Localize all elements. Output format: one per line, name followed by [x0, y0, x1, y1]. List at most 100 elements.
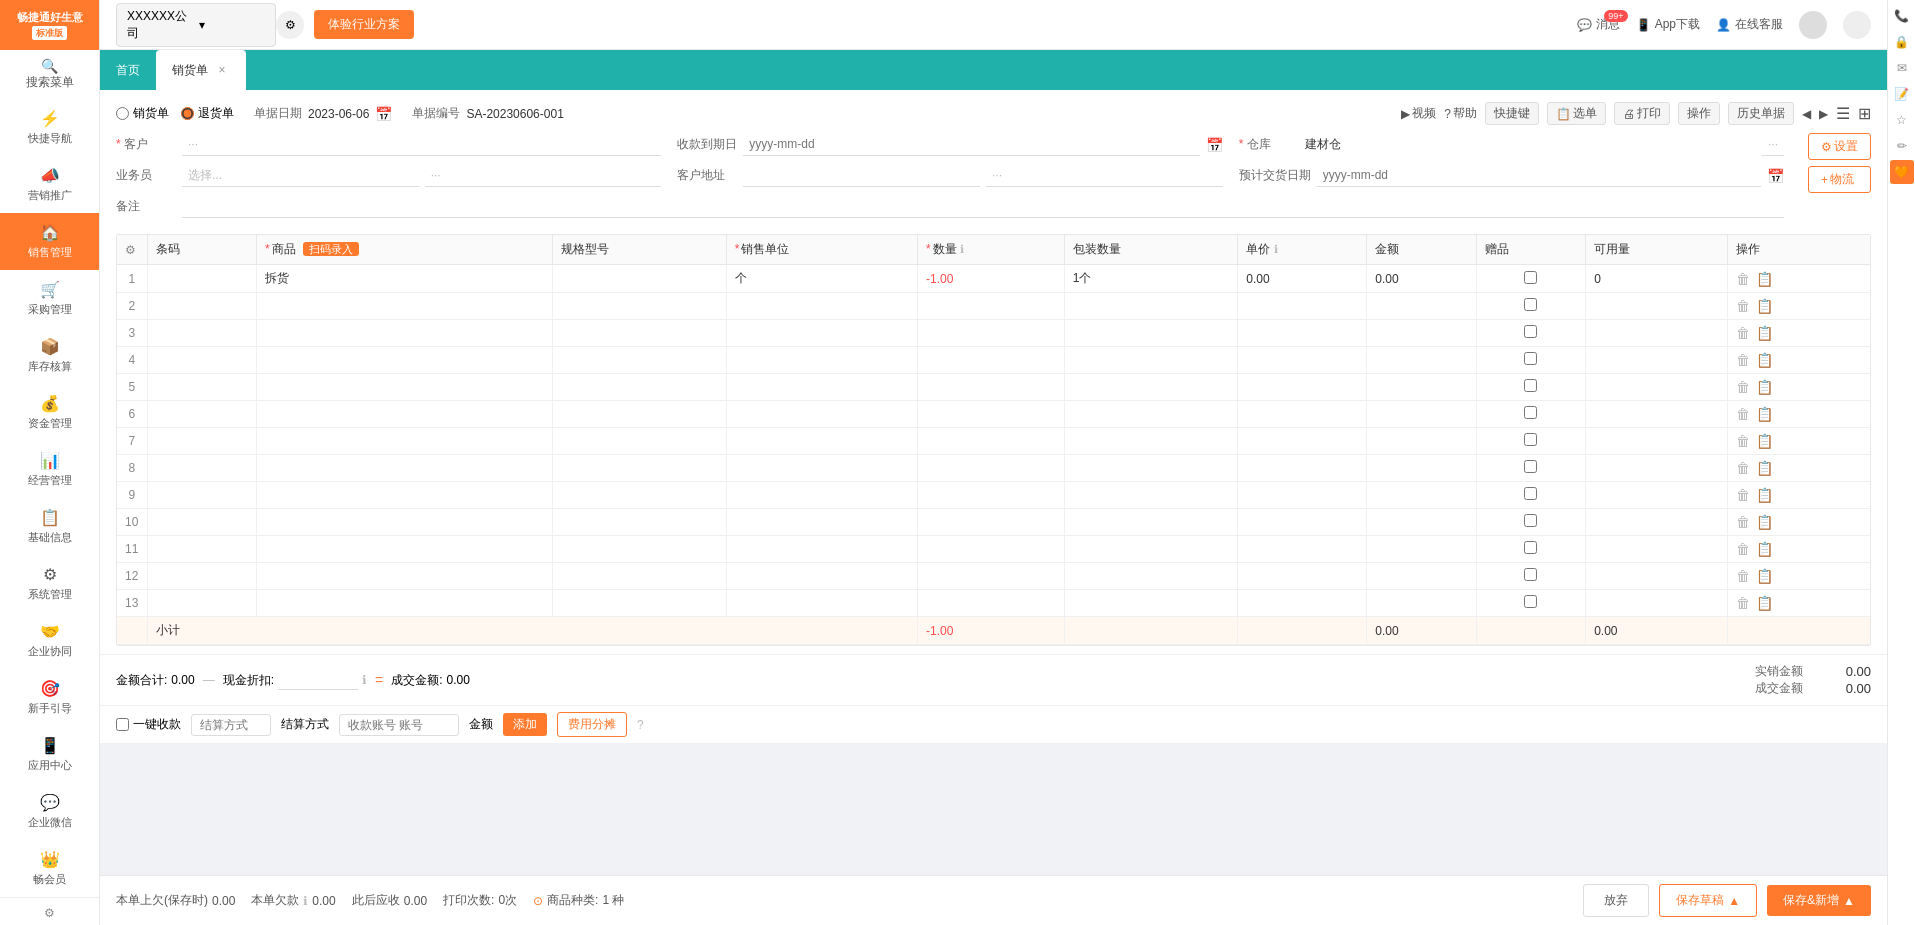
- expense-btn[interactable]: 费用分摊: [557, 712, 627, 737]
- row-pack-qty[interactable]: 1个: [1064, 265, 1237, 293]
- delete-icon[interactable]: 🗑: [1736, 352, 1750, 368]
- tab-sales-order[interactable]: 销货单 ×: [156, 50, 246, 90]
- delete-icon[interactable]: 🗑: [1736, 379, 1750, 395]
- copy-icon[interactable]: 📋: [1756, 595, 1773, 611]
- nav-next-icon[interactable]: ▶: [1819, 107, 1828, 121]
- settings-btn[interactable]: ⚙ 设置: [1808, 133, 1871, 160]
- expected-date-input[interactable]: [1317, 164, 1761, 187]
- delete-icon[interactable]: 🗑: [1736, 460, 1750, 476]
- expected-date-calendar-icon[interactable]: 📅: [1767, 168, 1784, 184]
- radio-sale-input[interactable]: [116, 107, 129, 120]
- copy-icon[interactable]: 📋: [1756, 325, 1773, 341]
- sidebar-item-sales[interactable]: 🏠 销售管理: [0, 213, 99, 270]
- row-price[interactable]: 0.00: [1238, 265, 1367, 293]
- rt-orange-btn[interactable]: 🧡: [1890, 160, 1914, 184]
- delete-icon[interactable]: 🗑: [1736, 271, 1750, 287]
- rt-note-btn[interactable]: 📝: [1890, 82, 1914, 106]
- delete-icon[interactable]: 🗑: [1736, 595, 1750, 611]
- avatar-extra[interactable]: [1843, 11, 1871, 39]
- customer-input[interactable]: ···: [182, 133, 661, 156]
- view-icon-list[interactable]: ☰: [1836, 104, 1850, 123]
- radio-return-input[interactable]: [181, 107, 194, 120]
- row-unit[interactable]: 个: [726, 265, 917, 293]
- calendar-icon[interactable]: 📅: [375, 106, 392, 122]
- save-draft-btn[interactable]: 保存草稿 ▲: [1659, 884, 1757, 917]
- addr-dots[interactable]: ···: [986, 164, 1223, 187]
- experience-btn[interactable]: 体验行业方案: [314, 10, 414, 39]
- delete-icon[interactable]: 🗑: [1736, 406, 1750, 422]
- radio-sale[interactable]: 销货单: [116, 105, 169, 122]
- delete-icon[interactable]: 🗑: [1736, 514, 1750, 530]
- sidebar-item-wechat[interactable]: 💬 企业微信: [0, 783, 99, 840]
- copy-icon[interactable]: 📋: [1756, 379, 1773, 395]
- operation-btn[interactable]: 操作: [1678, 102, 1720, 125]
- select-order-btn[interactable]: 📋 选单: [1547, 102, 1606, 125]
- rt-mail-btn[interactable]: ✉: [1890, 56, 1914, 80]
- customer-addr-input[interactable]: [743, 164, 980, 187]
- app-download-btn[interactable]: 📱 App下载: [1636, 16, 1700, 33]
- delete-icon[interactable]: 🗑: [1736, 325, 1750, 341]
- video-btn[interactable]: ▶ 视频: [1401, 105, 1436, 122]
- qty-info-icon[interactable]: ℹ: [960, 243, 964, 255]
- help-btn[interactable]: ? 帮助: [1444, 105, 1477, 122]
- sidebar-settings-btn[interactable]: ⚙: [0, 898, 99, 925]
- delete-icon[interactable]: 🗑: [1736, 298, 1750, 314]
- payment-account-input[interactable]: [339, 714, 459, 736]
- copy-icon[interactable]: 📋: [1756, 514, 1773, 530]
- copy-icon[interactable]: 📋: [1756, 271, 1773, 287]
- discard-btn[interactable]: 放弃: [1583, 884, 1649, 917]
- sidebar-item-appstore[interactable]: 📱 应用中心: [0, 726, 99, 783]
- row-spec[interactable]: [553, 265, 726, 293]
- discount-info-icon[interactable]: ℹ: [362, 673, 367, 687]
- logistics-btn[interactable]: + 物流: [1808, 166, 1871, 193]
- copy-icon[interactable]: 📋: [1756, 487, 1773, 503]
- copy-icon[interactable]: 📋: [1756, 433, 1773, 449]
- rt-phone-btn[interactable]: 📞: [1890, 4, 1914, 28]
- due-date-calendar-icon[interactable]: 📅: [1206, 137, 1223, 153]
- delete-icon[interactable]: 🗑: [1736, 541, 1750, 557]
- sidebar-item-system[interactable]: ⚙ 系统管理: [0, 555, 99, 612]
- payment-help-icon[interactable]: ?: [637, 718, 644, 732]
- copy-icon[interactable]: 📋: [1756, 460, 1773, 476]
- rt-lock-btn[interactable]: 🔒: [1890, 30, 1914, 54]
- row-gift[interactable]: [1476, 265, 1585, 293]
- row-qty[interactable]: -1.00: [917, 265, 1064, 293]
- due-date-input[interactable]: [743, 133, 1199, 156]
- company-selector[interactable]: XXXXXX公司 ▾: [116, 3, 276, 47]
- view-icon-grid[interactable]: ⊞: [1858, 104, 1871, 123]
- sidebar-item-vip[interactable]: 👑 畅会员: [0, 840, 99, 897]
- save-new-btn[interactable]: 保存&新增 ▲: [1767, 885, 1871, 916]
- radio-return[interactable]: 退货单: [181, 105, 234, 122]
- sidebar-item-search[interactable]: 🔍 搜索菜单: [0, 50, 99, 99]
- row-barcode[interactable]: [147, 265, 256, 293]
- delete-icon[interactable]: 🗑: [1736, 487, 1750, 503]
- salesperson-input[interactable]: [182, 164, 419, 187]
- salesperson-dots[interactable]: ···: [425, 164, 662, 187]
- copy-icon[interactable]: 📋: [1756, 568, 1773, 584]
- one-click-payment-checkbox[interactable]: 一键收款: [116, 716, 181, 733]
- nav-prev-icon[interactable]: ◀: [1802, 107, 1811, 121]
- copy-icon[interactable]: 📋: [1756, 541, 1773, 557]
- tab-close-btn[interactable]: ×: [214, 62, 230, 78]
- copy-icon[interactable]: 📋: [1756, 352, 1773, 368]
- add-payment-btn[interactable]: 添加: [503, 713, 547, 736]
- payment-method-input[interactable]: [191, 714, 271, 736]
- message-btn[interactable]: 💬 消息 99+: [1577, 16, 1620, 33]
- sidebar-item-enterprise[interactable]: 🤝 企业协同: [0, 612, 99, 669]
- price-info-icon[interactable]: ℹ: [1274, 243, 1278, 255]
- copy-icon[interactable]: 📋: [1756, 298, 1773, 314]
- delete-icon[interactable]: 🗑: [1736, 433, 1750, 449]
- sidebar-item-shortcut[interactable]: ⚡ 快捷导航: [0, 99, 99, 156]
- discount-input[interactable]: [278, 671, 358, 690]
- history-btn[interactable]: 历史单据: [1728, 102, 1794, 125]
- row-amount[interactable]: 0.00: [1367, 265, 1476, 293]
- rt-star-btn[interactable]: ☆: [1890, 108, 1914, 132]
- total-owe-info-icon[interactable]: ℹ: [303, 894, 308, 908]
- print-btn[interactable]: 🖨 打印: [1614, 102, 1670, 125]
- note-input[interactable]: [182, 195, 1784, 218]
- warehouse-input[interactable]: ···: [1762, 133, 1784, 156]
- sidebar-item-base[interactable]: 📋 基础信息: [0, 498, 99, 555]
- sidebar-item-guide[interactable]: 🎯 新手引导: [0, 669, 99, 726]
- sidebar-item-finance[interactable]: 💰 资金管理: [0, 384, 99, 441]
- sidebar-item-marketing[interactable]: 📣 营销推广: [0, 156, 99, 213]
